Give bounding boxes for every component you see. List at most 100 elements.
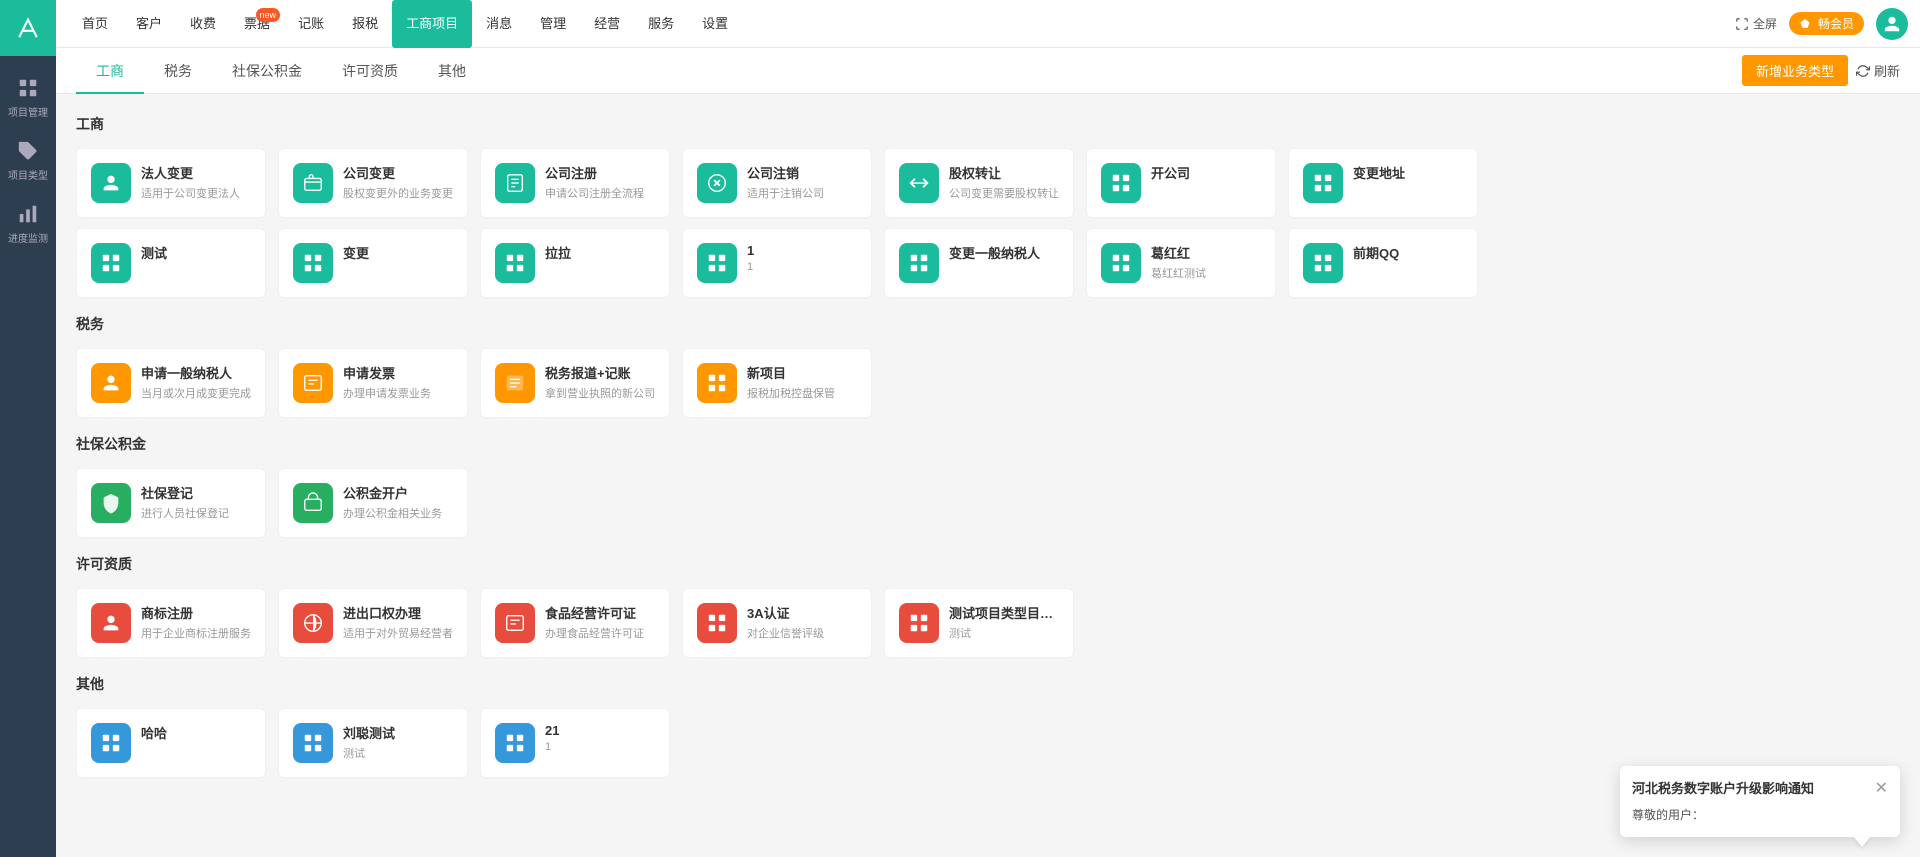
refresh-button[interactable]: 刷新 bbox=[1856, 61, 1900, 80]
card-company-register[interactable]: 公司注册 申请公司注册全流程 bbox=[480, 148, 670, 218]
tab-tax[interactable]: 税务 bbox=[144, 48, 212, 94]
card-text-company-cancel: 公司注销 适用于注销公司 bbox=[747, 163, 857, 201]
add-type-button[interactable]: 新增业务类型 bbox=[1742, 55, 1848, 86]
card-company-change[interactable]: 公司变更 股权变更外的业务变更 bbox=[278, 148, 468, 218]
card-text-company-change: 公司变更 股权变更外的业务变更 bbox=[343, 163, 453, 201]
card-apply-invoice[interactable]: 申请发票 办理申请发票业务 bbox=[278, 348, 468, 418]
fullscreen-btn[interactable]: 全屏 bbox=[1735, 15, 1777, 32]
card-open-company[interactable]: 开公司 bbox=[1086, 148, 1276, 218]
card-desc: 申请公司注册全流程 bbox=[545, 185, 655, 201]
card-company-cancel[interactable]: 公司注销 适用于注销公司 bbox=[682, 148, 872, 218]
nav-billing[interactable]: 收费 bbox=[176, 0, 230, 48]
section-title-license: 许可资质 bbox=[76, 554, 1900, 574]
sidebar-item-project-mgmt[interactable]: 项目管理 bbox=[0, 66, 56, 129]
card-equity-transfer[interactable]: 股权转让 公司变更需要股权转让 bbox=[884, 148, 1074, 218]
card-test-type[interactable]: 测试项目类型目定义 测试 bbox=[884, 588, 1074, 658]
industrial-cards-row2: 测试 变更 拉拉 1 bbox=[76, 228, 1900, 298]
industrial-cards: 法人变更 适用于公司变更法人 公司变更 股权变更外的业务变更 公司注册 bbox=[76, 148, 1900, 218]
notification-popup: 河北税务数字账户升级影响通知 ✕ 尊敬的用户： bbox=[1620, 766, 1900, 837]
card-liucong-test[interactable]: 刘聪测试 测试 bbox=[278, 708, 468, 778]
nav-tickets[interactable]: 票据 new bbox=[230, 0, 284, 48]
nav-home[interactable]: 首页 bbox=[68, 0, 122, 48]
nav-operations[interactable]: 经营 bbox=[580, 0, 634, 48]
license-cards: 商标注册 用于企业商标注册服务 进出口权办理 适用于对外贸易经营者 食品经营 bbox=[76, 588, 1900, 658]
popup-arrow bbox=[1854, 837, 1870, 847]
tab-bar-actions: 新增业务类型 刷新 bbox=[1742, 55, 1900, 86]
content-area: 工商 法人变更 适用于公司变更法人 公司变更 股权变更外的业务变更 bbox=[56, 94, 1920, 808]
refresh-label: 刷新 bbox=[1874, 61, 1900, 80]
chart-icon bbox=[16, 202, 40, 226]
sidebar-label-project-mgmt: 项目管理 bbox=[8, 104, 48, 119]
card-social-insurance[interactable]: 社保登记 进行人员社保登记 bbox=[76, 468, 266, 538]
sidebar-label-progress: 进度监测 bbox=[8, 230, 48, 245]
section-title-industrial: 工商 bbox=[76, 114, 1900, 134]
topnav: 首页 客户 收费 票据 new 记账 报税 工商项目 消息 管理 经营 服务 设… bbox=[56, 0, 1920, 48]
nav-settings[interactable]: 设置 bbox=[688, 0, 742, 48]
tab-bar: 工商 税务 社保公积金 许可资质 其他 新增业务类型 刷新 bbox=[56, 48, 1920, 94]
card-new-project[interactable]: 新项目 报税加税控盘保管 bbox=[682, 348, 872, 418]
card-lala[interactable]: 拉拉 bbox=[480, 228, 670, 298]
nav-tax[interactable]: 报税 bbox=[338, 0, 392, 48]
nav-management[interactable]: 管理 bbox=[526, 0, 580, 48]
sidebar-item-progress[interactable]: 进度监测 bbox=[0, 192, 56, 255]
card-text-open-company: 开公司 bbox=[1151, 163, 1261, 185]
notif-close-button[interactable]: ✕ bbox=[1875, 778, 1888, 798]
sidebar-label-project-type: 项目类型 bbox=[8, 167, 48, 182]
card-21[interactable]: 21 1 bbox=[480, 708, 670, 778]
tab-industrial[interactable]: 工商 bbox=[76, 48, 144, 94]
card-icon-company-cancel bbox=[697, 163, 737, 203]
tag-icon bbox=[16, 139, 40, 163]
card-food-license[interactable]: 食品经营许可证 办理食品经营许可证 bbox=[480, 588, 670, 658]
card-text-company-register: 公司注册 申请公司注册全流程 bbox=[545, 163, 655, 201]
notif-title: 河北税务数字账户升级影响通知 bbox=[1632, 778, 1814, 797]
topnav-right: 全屏 畅会员 bbox=[1735, 8, 1908, 40]
card-desc: 股权变更外的业务变更 bbox=[343, 185, 453, 201]
social-cards: 社保登记 进行人员社保登记 公积金开户 办理公积金相关业务 bbox=[76, 468, 1900, 538]
tab-other[interactable]: 其他 bbox=[418, 48, 486, 94]
nav-industrial[interactable]: 工商项目 bbox=[392, 0, 472, 48]
tab-social-security[interactable]: 社保公积金 bbox=[212, 48, 322, 94]
nav-messages[interactable]: 消息 bbox=[472, 0, 526, 48]
card-3a-cert[interactable]: 3A认证 对企业信誉评级 bbox=[682, 588, 872, 658]
card-icon-change-address bbox=[1303, 163, 1343, 203]
vip-label: 畅会员 bbox=[1818, 15, 1854, 32]
card-import-export[interactable]: 进出口权办理 适用于对外贸易经营者 bbox=[278, 588, 468, 658]
nav-services[interactable]: 服务 bbox=[634, 0, 688, 48]
notif-content: 尊敬的用户： bbox=[1632, 806, 1888, 825]
card-name: 变更地址 bbox=[1353, 163, 1463, 182]
section-title-social: 社保公积金 bbox=[76, 434, 1900, 454]
nav-accounting[interactable]: 记账 bbox=[284, 0, 338, 48]
card-test[interactable]: 测试 bbox=[76, 228, 266, 298]
fullscreen-label: 全屏 bbox=[1753, 15, 1777, 32]
card-name: 公司注销 bbox=[747, 163, 857, 182]
card-icon-open-company bbox=[1101, 163, 1141, 203]
vip-btn[interactable]: 畅会员 bbox=[1789, 12, 1864, 35]
card-apply-general-tax[interactable]: 申请一般纳税人 当月或次月成变更完成 bbox=[76, 348, 266, 418]
tab-license[interactable]: 许可资质 bbox=[322, 48, 418, 94]
sidebar-logo[interactable] bbox=[0, 0, 56, 56]
main-content: 工商 税务 社保公积金 许可资质 其他 新增业务类型 刷新 工商 bbox=[56, 48, 1920, 808]
card-desc: 适用于公司变更法人 bbox=[141, 185, 251, 201]
nav-customer[interactable]: 客户 bbox=[122, 0, 176, 48]
card-icon-company-register bbox=[495, 163, 535, 203]
card-text-equity-transfer: 股权转让 公司变更需要股权转让 bbox=[949, 163, 1059, 201]
card-text-change-address: 变更地址 bbox=[1353, 163, 1463, 185]
sidebar-item-project-type[interactable]: 项目类型 bbox=[0, 129, 56, 192]
card-change2[interactable]: 变更 bbox=[278, 228, 468, 298]
card-name: 公司注册 bbox=[545, 163, 655, 182]
card-tax-accounting[interactable]: 税务报道+记账 拿到营业执照的新公司 bbox=[480, 348, 670, 418]
card-gehonghong[interactable]: 葛红红 葛红红测试 bbox=[1086, 228, 1276, 298]
card-trademark[interactable]: 商标注册 用于企业商标注册服务 bbox=[76, 588, 266, 658]
card-1[interactable]: 1 1 bbox=[682, 228, 872, 298]
card-change-tax[interactable]: 变更一般纳税人 bbox=[884, 228, 1074, 298]
card-qq[interactable]: 前期QQ bbox=[1288, 228, 1478, 298]
avatar[interactable] bbox=[1876, 8, 1908, 40]
card-name: 股权转让 bbox=[949, 163, 1059, 182]
section-title-tax: 税务 bbox=[76, 314, 1900, 334]
card-change-address[interactable]: 变更地址 bbox=[1288, 148, 1478, 218]
card-legal-change[interactable]: 法人变更 适用于公司变更法人 bbox=[76, 148, 266, 218]
card-text-legal-change: 法人变更 适用于公司变更法人 bbox=[141, 163, 251, 201]
card-provident-fund[interactable]: 公积金开户 办理公积金相关业务 bbox=[278, 468, 468, 538]
tax-cards: 申请一般纳税人 当月或次月成变更完成 申请发票 办理申请发票业务 税务报道+ bbox=[76, 348, 1900, 418]
card-haha[interactable]: 哈哈 bbox=[76, 708, 266, 778]
